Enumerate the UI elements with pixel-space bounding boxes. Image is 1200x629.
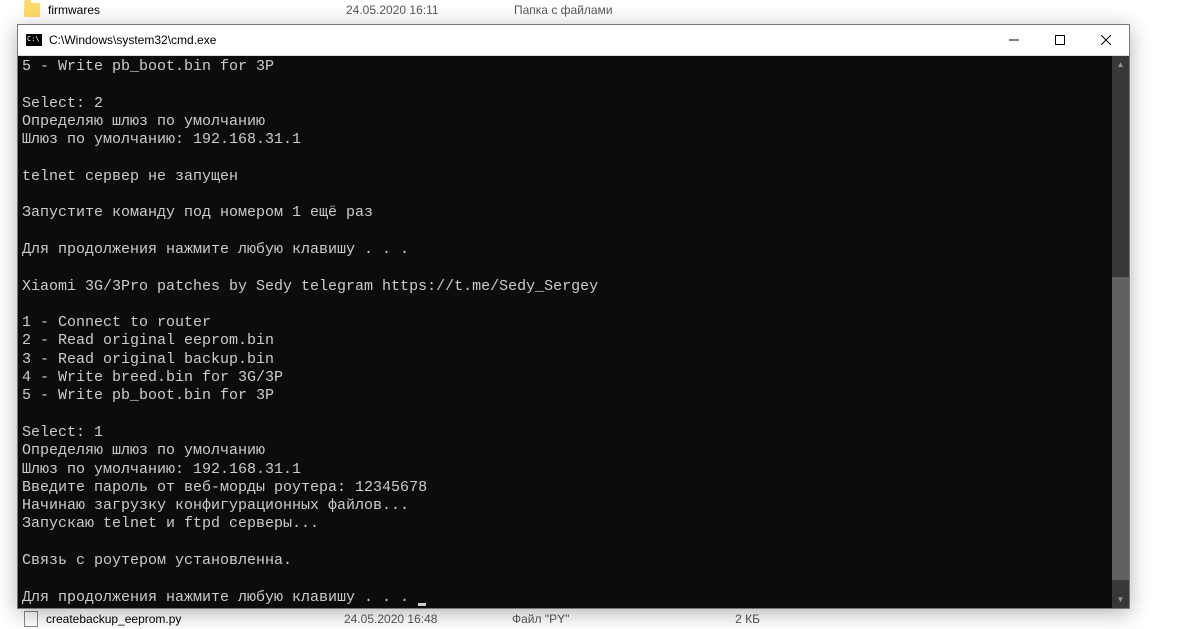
maximize-button[interactable]	[1037, 25, 1083, 56]
terminal-output[interactable]: 5 - Write pb_boot.bin for 3P Select: 2 О…	[18, 56, 1112, 608]
cmd-icon	[26, 34, 42, 46]
scroll-up-arrow[interactable]: ▲	[1112, 56, 1129, 73]
close-button[interactable]	[1083, 25, 1129, 56]
vertical-scrollbar[interactable]: ▲ ▼	[1112, 56, 1129, 608]
explorer-row-file[interactable]: createbackup_eeprom.py 24.05.2020 16:48 …	[0, 609, 1200, 629]
window-title: C:\Windows\system32\cmd.exe	[49, 33, 991, 47]
scroll-thumb[interactable]	[1112, 277, 1129, 581]
file-date: 24.05.2020 16:11	[346, 3, 506, 17]
cmd-window: C:\Windows\system32\cmd.exe 5 - Write pb…	[17, 24, 1130, 609]
folder-icon	[24, 3, 40, 17]
scroll-down-arrow[interactable]: ▼	[1112, 591, 1129, 608]
file-size: 2 КБ	[700, 612, 760, 626]
file-name: firmwares	[48, 3, 338, 17]
window-controls	[991, 25, 1129, 56]
file-icon	[24, 611, 38, 627]
explorer-row-folder[interactable]: firmwares 24.05.2020 16:11 Папка с файла…	[0, 0, 1200, 20]
window-titlebar[interactable]: C:\Windows\system32\cmd.exe	[18, 25, 1129, 56]
file-date: 24.05.2020 16:48	[344, 612, 504, 626]
minimize-button[interactable]	[991, 25, 1037, 56]
file-type: Файл "PY"	[512, 612, 692, 626]
file-name: createbackup_eeprom.py	[46, 612, 336, 626]
file-type: Папка с файлами	[514, 3, 694, 17]
